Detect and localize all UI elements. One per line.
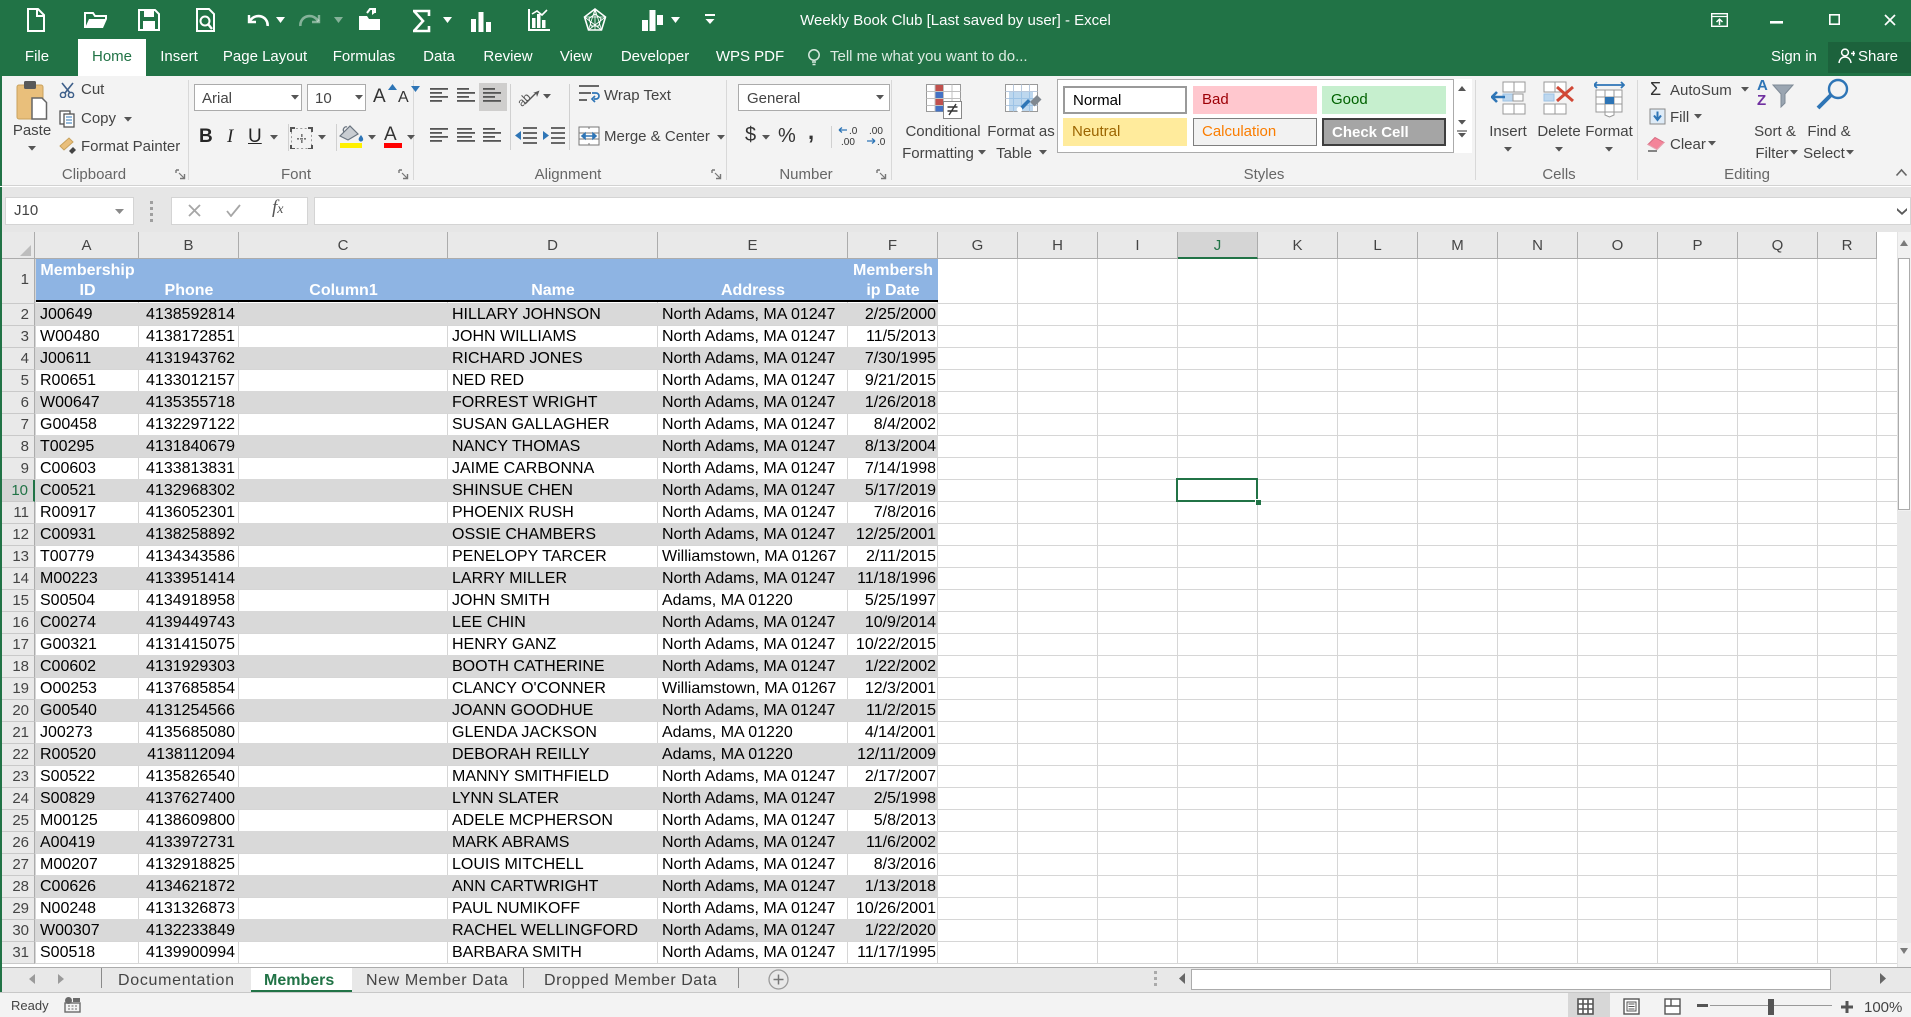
svg-text:ab: ab: [516, 90, 534, 109]
svg-text:.00: .00: [841, 137, 855, 146]
svg-text:.0: .0: [849, 126, 858, 137]
